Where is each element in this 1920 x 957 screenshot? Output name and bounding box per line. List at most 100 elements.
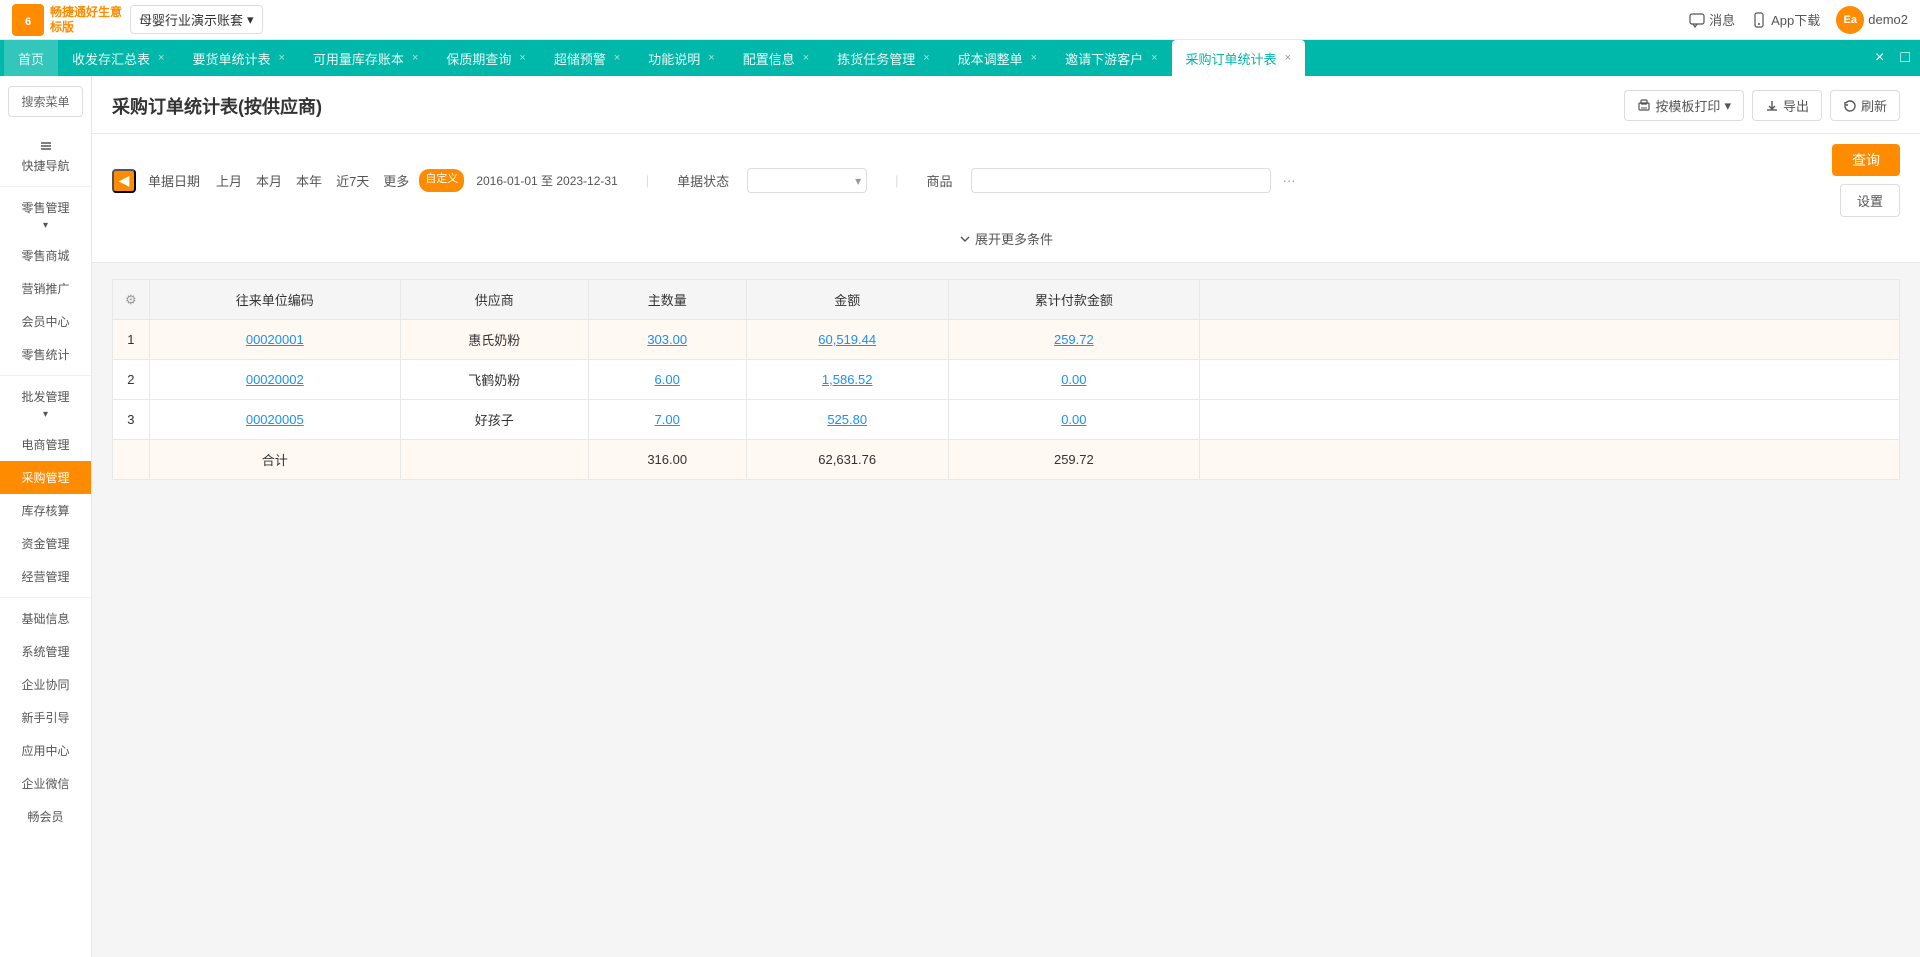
tab-chaochuyujing[interactable]: 超储预警 × — [540, 40, 634, 76]
sidebar-item-yingxiaotuguan[interactable]: 营销推广 — [0, 272, 91, 305]
row-1-extra — [1200, 320, 1900, 360]
message-btn[interactable]: 消息 — [1689, 10, 1735, 29]
sidebar-item-jingying[interactable]: 经营管理 — [0, 560, 91, 593]
sidebar-item-pifaguanli[interactable]: 批发管理 ▾ — [0, 380, 91, 428]
shortcut-this-year[interactable]: 本年 — [292, 169, 326, 192]
tab-gongnengshuo[interactable]: 功能说明 × — [634, 40, 728, 76]
tab-yaoqingxiayouke[interactable]: 邀请下游客户 × — [1051, 40, 1171, 76]
settings-btn[interactable]: 设置 — [1840, 184, 1900, 217]
table-section: ⚙ 往来单位编码 供应商 主数量 金额 累计付款金额 1 00020001 — [92, 263, 1920, 957]
sidebar-item-lingshangcheng[interactable]: 零售商城 — [0, 239, 91, 272]
row-2-extra — [1200, 360, 1900, 400]
row-3-paid: 0.00 — [948, 400, 1199, 440]
filter-separator-2: | — [895, 173, 898, 188]
tab-paihuorenwu[interactable]: 拣货任务管理 × — [823, 40, 943, 76]
tab-close-keyongliang[interactable]: × — [412, 53, 418, 64]
search-menu-btn[interactable]: 搜索菜单 — [8, 86, 83, 117]
footer-qty: 316.00 — [588, 440, 746, 480]
tab-chenbentiaozhen[interactable]: 成本调整单 × — [944, 40, 1051, 76]
tab-caigoudantongjibiao[interactable]: 采购订单统计表 × — [1172, 40, 1305, 76]
sidebar-search-area: 搜索菜单 — [0, 76, 91, 127]
row-3-qty-link[interactable]: 7.00 — [655, 412, 680, 427]
tab-close-peizhixinxi[interactable]: × — [803, 53, 809, 64]
sidebar-item-quicknav[interactable]: 快捷导航 — [0, 131, 91, 182]
workspace-selector[interactable]: 母婴行业演示账套 ▾ — [130, 5, 263, 34]
filter-collapse-btn[interactable]: ◀ — [112, 169, 136, 193]
row-2-qty: 6.00 — [588, 360, 746, 400]
filter-more-btn[interactable]: ··· — [1283, 173, 1296, 188]
tab-close-chenbentiaozhen[interactable]: × — [1031, 53, 1037, 64]
user-area[interactable]: Ea demo2 — [1836, 6, 1908, 34]
footer-paid: 259.72 — [948, 440, 1199, 480]
custom-badge[interactable]: 自定义 — [419, 169, 464, 192]
row-1-paid-link[interactable]: 259.72 — [1054, 332, 1094, 347]
template-print-btn[interactable]: 按模板打印 ▾ — [1624, 90, 1744, 121]
refresh-btn[interactable]: 刷新 — [1830, 90, 1900, 121]
row-1-code-link[interactable]: 00020001 — [246, 332, 304, 347]
filter-separator-1: | — [646, 173, 649, 188]
goods-input[interactable] — [971, 168, 1271, 193]
tab-close-shoufahuizong[interactable]: × — [158, 53, 164, 64]
table-footer-row: 合计 316.00 62,631.76 259.72 — [113, 440, 1900, 480]
sidebar-item-dianshangguanli[interactable]: 电商管理 — [0, 428, 91, 461]
table-body: 1 00020001 惠氏奶粉 303.00 60,519.44 259.72 … — [113, 320, 1900, 440]
sidebar-item-qiyexietong[interactable]: 企业协同 — [0, 668, 91, 701]
row-2-paid-link[interactable]: 0.00 — [1061, 372, 1086, 387]
sidebar-item-yingyongzhongxin[interactable]: 应用中心 — [0, 734, 91, 767]
nav-close-btn[interactable]: × — [1869, 47, 1890, 69]
row-3-paid-link[interactable]: 0.00 — [1061, 412, 1086, 427]
row-1-amount-link[interactable]: 60,519.44 — [818, 332, 876, 347]
refresh-icon — [1843, 99, 1857, 113]
sidebar-item-zijinguanli[interactable]: 资金管理 — [0, 527, 91, 560]
sidebar-item-jichuxinxi[interactable]: 基础信息 — [0, 602, 91, 635]
row-2-code-link[interactable]: 00020002 — [246, 372, 304, 387]
row-2-qty-link[interactable]: 6.00 — [655, 372, 680, 387]
tab-close-chaochuyujing[interactable]: × — [614, 53, 620, 64]
row-2-amount-link[interactable]: 1,586.52 — [822, 372, 873, 387]
footer-empty-1 — [113, 440, 150, 480]
row-1-qty: 303.00 — [588, 320, 746, 360]
row-3-amount-link[interactable]: 525.80 — [827, 412, 867, 427]
export-btn[interactable]: 导出 — [1752, 90, 1822, 121]
tab-close-yaoqingxiayouke[interactable]: × — [1151, 53, 1157, 64]
sidebar-item-xinshouyindao[interactable]: 新手引导 — [0, 701, 91, 734]
tab-shoufahuizong[interactable]: 收发存汇总表 × — [58, 40, 178, 76]
tab-baozhanqixun[interactable]: 保质期查询 × — [432, 40, 539, 76]
row-3-code-link[interactable]: 00020005 — [246, 412, 304, 427]
row-3-extra — [1200, 400, 1900, 440]
app-download-btn[interactable]: App下载 — [1751, 10, 1820, 29]
query-btn[interactable]: 查询 — [1832, 144, 1900, 176]
sidebar-item-lingshouguan[interactable]: 零售管理 ▾ — [0, 191, 91, 239]
shortcut-more[interactable]: 更多 — [379, 169, 413, 192]
workspace-arrow: ▾ — [247, 12, 254, 28]
shortcut-last-month[interactable]: 上月 — [212, 169, 246, 192]
shortcut-7days[interactable]: 近7天 — [332, 169, 373, 192]
sidebar-item-huiyuanzhongxin[interactable]: 会员中心 — [0, 305, 91, 338]
nav-maximize-btn[interactable]: □ — [1894, 47, 1916, 69]
top-bar-left: 6 畅捷通好生意 标版 母婴行业演示账套 ▾ — [12, 4, 263, 36]
sidebar-item-xitongguanli[interactable]: 系统管理 — [0, 635, 91, 668]
sidebar-item-qiyeweixin[interactable]: 企业微信 — [0, 767, 91, 800]
tab-close-baozhanqixun[interactable]: × — [519, 53, 525, 64]
tab-home[interactable]: 首页 — [4, 40, 58, 76]
sidebar-item-lingshoutongji[interactable]: 零售统计 — [0, 338, 91, 371]
tab-close-caigoudantongjibiao[interactable]: × — [1285, 53, 1291, 64]
tab-peizhixinxi[interactable]: 配置信息 × — [729, 40, 823, 76]
tab-keyongliang[interactable]: 可用量库存账本 × — [299, 40, 432, 76]
tab-close-gongnengshuo[interactable]: × — [708, 53, 714, 64]
tab-close-paihuorenwu[interactable]: × — [923, 53, 929, 64]
sidebar-item-kuchunhesuan[interactable]: 库存核算 — [0, 494, 91, 527]
row-3-supplier: 好孩子 — [400, 400, 588, 440]
tab-yaohuodantongji[interactable]: 要货单统计表 × — [178, 40, 298, 76]
sidebar-item-caigouguanli[interactable]: 采购管理 — [0, 461, 91, 494]
expand-more-btn[interactable]: 展开更多条件 — [959, 229, 1053, 248]
chevron-down-icon-pifa: ▾ — [43, 409, 48, 420]
shortcut-this-month[interactable]: 本月 — [252, 169, 286, 192]
page-title-row: 采购订单统计表(按供应商) 按模板打印 ▾ 导出 刷新 — [112, 90, 1900, 121]
table-settings-icon[interactable]: ⚙ — [125, 292, 137, 307]
avatar: Ea — [1836, 6, 1864, 34]
tab-close-yaohuodantongji[interactable]: × — [278, 53, 284, 64]
row-1-qty-link[interactable]: 303.00 — [647, 332, 687, 347]
status-select[interactable] — [747, 168, 867, 193]
sidebar-item-changhyuian[interactable]: 畅会员 — [0, 800, 91, 833]
